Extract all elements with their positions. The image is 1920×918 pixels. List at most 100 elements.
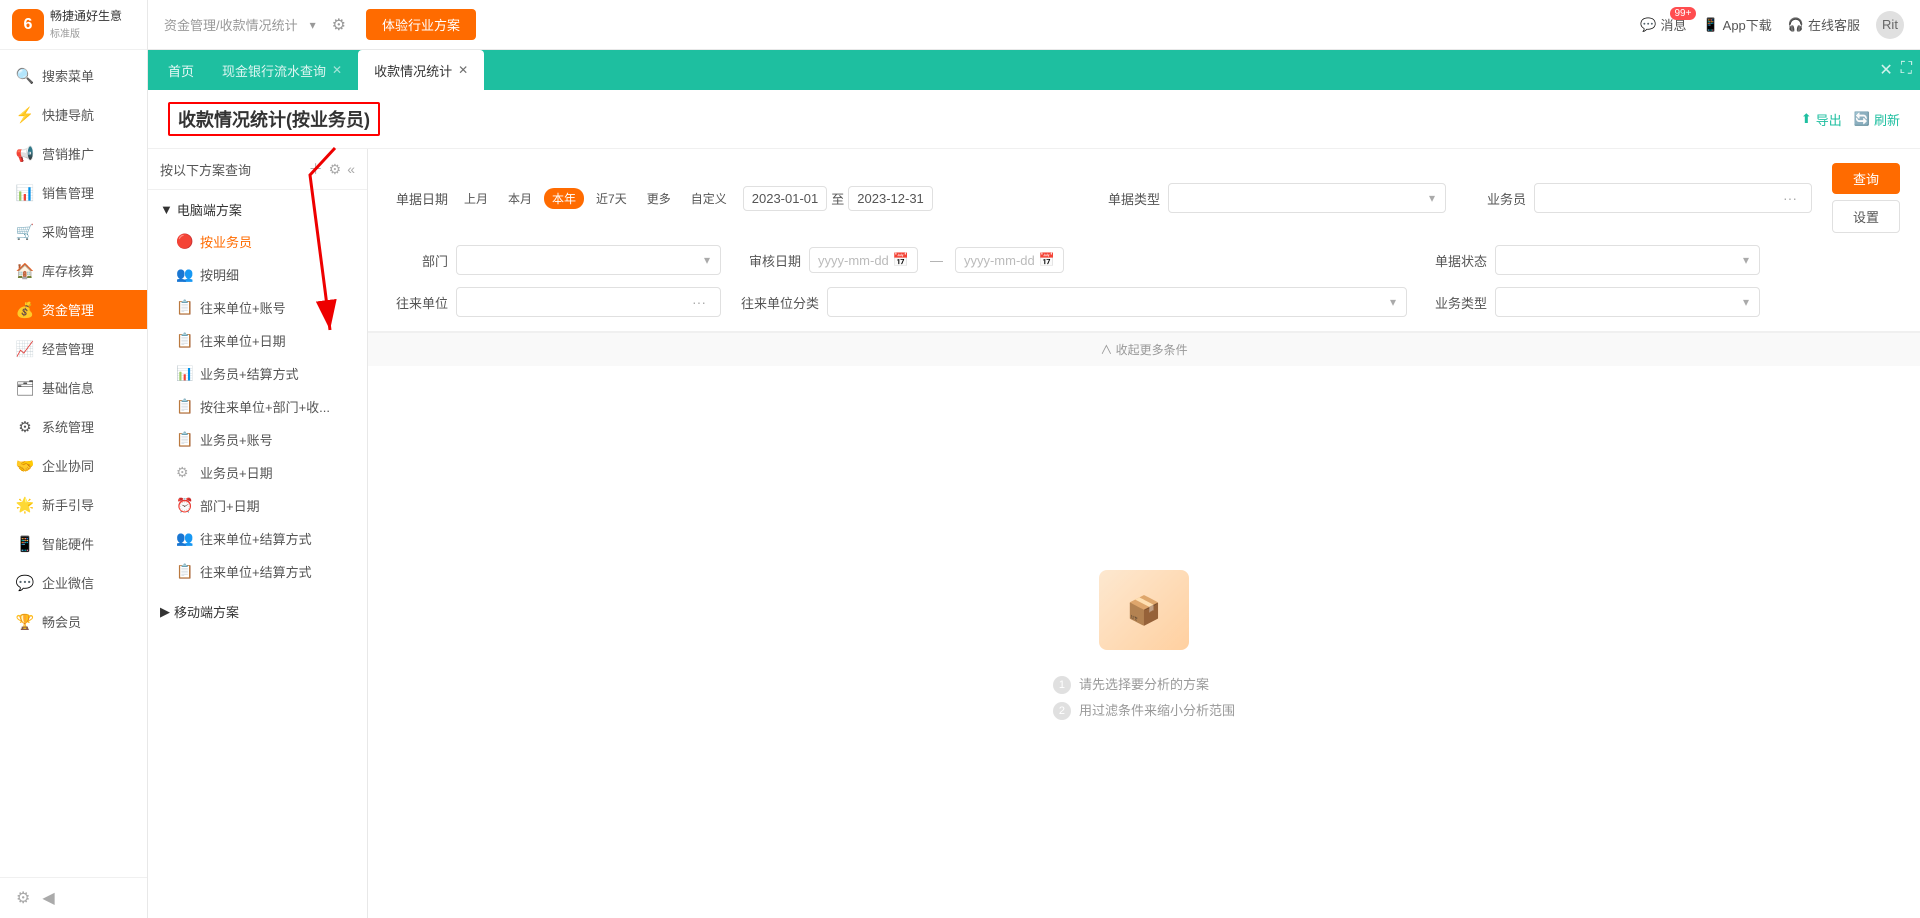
schema-item-by-unit-dept[interactable]: 📋 按往来单位+部门+收... (148, 390, 367, 423)
schema-group-desktop-label: 电脑端方案 (177, 200, 242, 219)
doc-status-chevron-icon: ▾ (1743, 253, 1749, 267)
schema-item-dept-date-label: 部门+日期 (200, 496, 260, 515)
schema-item-by-unit-settle1[interactable]: 👥 往来单位+结算方式 (148, 522, 367, 555)
body-layout: 按以下方案查询 ＋ ⚙ « ▼ 电脑端方案 🔴 按业务员 👥 (148, 149, 1920, 918)
sidebar-label-hardware: 智能硬件 (42, 534, 94, 553)
right-content: 单据日期 上月 本月 本年 近7天 更多 自定义 (368, 149, 1920, 918)
filter-item-date: 单据日期 上月 本月 本年 近7天 更多 自定义 (388, 186, 1080, 211)
sidebar-item-purchase[interactable]: 🛒 采购管理 (0, 212, 147, 251)
review-to-input[interactable]: yyyy-mm-dd 📅 (955, 247, 1064, 273)
tab-bankflow[interactable]: 现金银行流水查询 ✕ (206, 50, 358, 90)
sidebar-item-wechat[interactable]: 💬 企业微信 (0, 563, 147, 602)
biz-type-select[interactable]: ▾ (1495, 287, 1760, 317)
empty-step2-text: 用过滤条件来缩小分析范围 (1079, 698, 1235, 724)
filter-item-partner-type: 往来单位分类 ▾ (741, 287, 1407, 317)
settings-bottom-icon[interactable]: ⚙ (16, 888, 30, 908)
tab-receipt-close[interactable]: ✕ (458, 63, 468, 77)
service-button[interactable]: 🎧 在线客服 (1788, 15, 1860, 34)
doc-type-select[interactable]: ▾ (1168, 183, 1446, 213)
schema-item-by-unit-settle2[interactable]: 📋 往来单位+结算方式 (148, 555, 367, 588)
sidebar-item-basic[interactable]: 🗂 基础信息 (0, 368, 147, 407)
marketing-icon: 📢 (16, 145, 34, 163)
topbar-right: 💬 消息 99+ 📱 App下载 🎧 在线客服 Rit (1640, 11, 1904, 39)
schema-item-by-unit-account[interactable]: 📋 往来单位+账号 (148, 291, 367, 324)
sidebar-item-quicknav[interactable]: ⚡ 快捷导航 (0, 95, 147, 134)
add-schema-icon[interactable]: ＋ (309, 159, 323, 179)
date-more[interactable]: 更多 (639, 188, 679, 209)
trial-button[interactable]: 体验行业方案 (366, 9, 476, 40)
tab-receipt[interactable]: 收款情况统计 ✕ (358, 50, 484, 90)
sidebar-label-system: 系统管理 (42, 417, 94, 436)
tab-home[interactable]: 首页 (156, 61, 206, 80)
topbar-breadcrumb: 资金管理/收款情况统计 (164, 15, 298, 34)
app-download-button[interactable]: 📱 App下载 (1702, 15, 1771, 34)
dept-select[interactable]: ▾ (456, 245, 721, 275)
page-actions: ⬆ 导出 🔄 刷新 (1801, 110, 1900, 129)
schema-item-by-unit-date[interactable]: 📋 往来单位+日期 (148, 324, 367, 357)
app-icon: 📱 (1702, 17, 1718, 33)
sidebar-item-hardware[interactable]: 📱 智能硬件 (0, 524, 147, 563)
sidebar-item-collab[interactable]: 🤝 企业协同 (0, 446, 147, 485)
doc-status-select[interactable]: ▾ (1495, 245, 1760, 275)
unit-dept-icon: 📋 (176, 398, 192, 415)
salesperson-select[interactable]: ··· (1534, 183, 1812, 213)
sidebar-item-operation[interactable]: 📈 经营管理 (0, 329, 147, 368)
schema-item-by-sales-account[interactable]: 📋 业务员+账号 (148, 423, 367, 456)
sidebar-item-inventory[interactable]: 🏠 库存核算 (0, 251, 147, 290)
schema-item-by-salesperson[interactable]: 🔴 按业务员 (148, 225, 367, 258)
schema-group-desktop-header[interactable]: ▼ 电脑端方案 (148, 194, 367, 225)
schema-group-mobile-header[interactable]: ▶ 移动端方案 (148, 596, 367, 627)
tabbar-close-icon[interactable]: ✕ (1879, 60, 1892, 80)
tabbar-expand-icon[interactable]: ⛶ (1901, 60, 1912, 80)
schema-group-mobile-label: 移动端方案 (174, 602, 239, 621)
refresh-label: 刷新 (1874, 110, 1900, 129)
message-button[interactable]: 💬 消息 99+ (1640, 15, 1686, 34)
date-from-input[interactable]: 2023-01-01 (743, 186, 828, 211)
schema-item-by-sales-settle[interactable]: 📊 业务员+结算方式 (148, 357, 367, 390)
sidebar-item-marketing[interactable]: 📢 营销推广 (0, 134, 147, 173)
empty-step-2: 2 用过滤条件来缩小分析范围 (1053, 698, 1235, 724)
partner-type-select[interactable]: ▾ (827, 287, 1407, 317)
sidebar-label-wechat: 企业微信 (42, 573, 94, 592)
export-button[interactable]: ⬆ 导出 (1801, 110, 1842, 129)
logo-badge: 标准版 (50, 25, 122, 40)
sidebar-item-member[interactable]: 🏆 畅会员 (0, 602, 147, 641)
collapse-sidebar-icon[interactable]: ◀ (42, 888, 54, 908)
search-icon: 🔍 (16, 67, 34, 85)
salesperson-dots[interactable]: ··· (1779, 190, 1801, 206)
tab-bankflow-close[interactable]: ✕ (332, 63, 342, 77)
query-button[interactable]: 查询 (1832, 163, 1900, 194)
date-to-input[interactable]: 2023-12-31 (848, 186, 933, 211)
date-last-month[interactable]: 上月 (456, 188, 496, 209)
date-this-year[interactable]: 本年 (544, 188, 584, 209)
topbar-gear-icon[interactable]: ⚙ (332, 15, 346, 35)
review-from-input[interactable]: yyyy-mm-dd 📅 (809, 247, 918, 273)
sidebar-item-finance[interactable]: 💰 资金管理 (0, 290, 147, 329)
date-last-7days[interactable]: 近7天 (588, 188, 635, 209)
refresh-button[interactable]: 🔄 刷新 (1854, 110, 1900, 129)
collapse-bar[interactable]: ∧ 收起更多条件 (368, 332, 1920, 366)
schema-item-by-sales-date[interactable]: ⚙ 业务员+日期 (148, 456, 367, 489)
partner-dots[interactable]: ··· (688, 294, 710, 310)
sidebar-item-search[interactable]: 🔍 搜索菜单 (0, 56, 147, 95)
topbar-dropdown-icon[interactable]: ▾ (310, 18, 316, 32)
sidebar-item-system[interactable]: ⚙ 系统管理 (0, 407, 147, 446)
schema-item-sales-settle-label: 业务员+结算方式 (200, 364, 299, 383)
partner-select[interactable]: ··· (456, 287, 721, 317)
date-custom[interactable]: 自定义 (683, 188, 735, 209)
message-badge: 99+ (1670, 7, 1697, 20)
filter-item-review-date: 审核日期 yyyy-mm-dd 📅 — yyyy-mm-dd 📅 (741, 247, 1407, 273)
unit-account-icon: 📋 (176, 299, 192, 316)
set-button[interactable]: 设置 (1832, 200, 1900, 233)
sidebar-label-marketing: 营销推广 (42, 144, 94, 163)
page-header: 收款情况统计(按业务员) ⬆ 导出 🔄 刷新 (148, 90, 1920, 149)
sidebar-item-guide[interactable]: 🌟 新手引导 (0, 485, 147, 524)
schema-item-by-detail[interactable]: 👥 按明细 (148, 258, 367, 291)
schema-settings-icon[interactable]: ⚙ (329, 161, 342, 178)
date-this-month[interactable]: 本月 (500, 188, 540, 209)
operation-icon: 📈 (16, 340, 34, 358)
user-avatar[interactable]: Rit (1876, 11, 1904, 39)
schema-item-by-dept-date[interactable]: ⏰ 部门+日期 (148, 489, 367, 522)
sidebar-item-sales[interactable]: 📊 销售管理 (0, 173, 147, 212)
collapse-panel-icon[interactable]: « (347, 161, 355, 177)
